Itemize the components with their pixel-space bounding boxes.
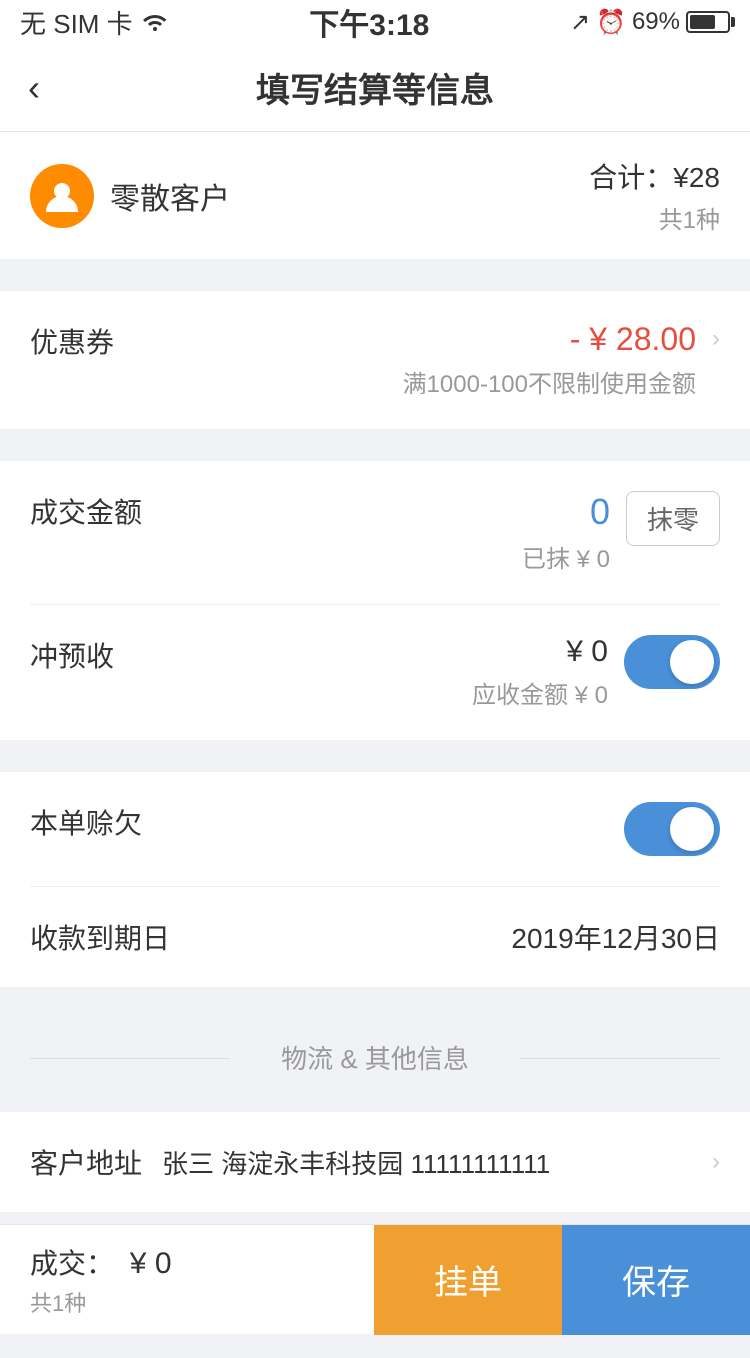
total-count: 共1种: [589, 200, 720, 235]
prepay-row: 冲预收 ¥ 0 应收金额 ¥ 0: [0, 605, 750, 740]
battery-percentage: 69%: [632, 8, 680, 36]
hold-button[interactable]: 挂单: [374, 1225, 562, 1335]
address-section: 客户地址 张三 海淀永丰科技园 11111111111 ›: [0, 1112, 750, 1212]
status-time: 下午3:18: [309, 0, 429, 44]
due-date-label: 收款到期日: [30, 917, 170, 957]
coupon-row[interactable]: 优惠券 - ¥ 28.00 满1000-100不限制使用金额 ›: [0, 291, 750, 429]
customer-row: 零散客户 合计：¥28 共1种: [0, 132, 750, 259]
coupon-right: - ¥ 28.00 满1000-100不限制使用金额 ›: [403, 321, 720, 399]
prepay-toggle[interactable]: [624, 635, 720, 689]
transaction-label: 成交金额: [30, 491, 150, 531]
customer-name: 零散客户: [110, 174, 230, 218]
status-left: 无 SIM 卡: [20, 4, 169, 41]
customer-total: 合计：¥28 共1种: [589, 156, 720, 235]
wifi-icon: [141, 7, 169, 38]
back-button[interactable]: ‹: [28, 67, 40, 109]
transaction-sub: 已抹 ¥ 0: [522, 539, 610, 574]
coupon-value-col: - ¥ 28.00 满1000-100不限制使用金额: [403, 321, 696, 399]
coupon-discount: - ¥ 28.00: [403, 321, 696, 358]
logistics-label: 物流 & 其他信息: [0, 1019, 750, 1096]
alarm-icon: ⏰: [596, 8, 626, 37]
prepay-sub: 应收金额 ¥ 0: [472, 675, 608, 710]
credit-section: 本单赊欠 收款到期日 2019年12月30日: [0, 772, 750, 987]
bottom-deal-label: 成交：: [30, 1248, 114, 1279]
bottom-count: 共1种: [30, 1286, 344, 1318]
sim-status: 无 SIM 卡: [20, 4, 133, 41]
status-bar: 无 SIM 卡 下午3:18 ↗ ⏰ 69%: [0, 0, 750, 44]
address-value: 张三 海淀永丰科技园 11111111111: [162, 1144, 702, 1181]
transaction-amount[interactable]: 0: [522, 491, 610, 533]
bottom-info: 成交： ¥ 0 共1种: [0, 1242, 374, 1318]
transaction-value-col: 0 已抹 ¥ 0: [522, 491, 610, 574]
prepay-right: ¥ 0 应收金额 ¥ 0: [472, 635, 720, 710]
transaction-section: 成交金额 0 已抹 ¥ 0 抹零 冲预收 ¥ 0 应收金额 ¥ 0: [0, 461, 750, 740]
credit-row: 本单赊欠: [0, 772, 750, 886]
due-date-row: 收款到期日 2019年12月30日: [0, 887, 750, 987]
credit-toggle-wrap: [624, 802, 720, 856]
prepay-toggle-knob: [670, 640, 714, 684]
page-title: 填写结算等信息: [256, 63, 494, 112]
save-button[interactable]: 保存: [562, 1225, 750, 1335]
credit-toggle[interactable]: [624, 802, 720, 856]
address-row[interactable]: 客户地址 张三 海淀永丰科技园 11111111111 ›: [0, 1112, 750, 1212]
credit-label: 本单赊欠: [30, 802, 150, 842]
bottom-bar: 成交： ¥ 0 共1种 挂单 保存: [0, 1224, 750, 1334]
nav-bar: ‹ 填写结算等信息: [0, 44, 750, 132]
prepay-toggle-wrap: [624, 635, 720, 689]
status-right: ↗ ⏰ 69%: [570, 8, 730, 37]
coupon-label: 优惠券: [30, 321, 150, 361]
coupon-chevron-icon: ›: [712, 325, 720, 353]
avatar: [30, 164, 94, 228]
customer-section: 零散客户 合计：¥28 共1种: [0, 132, 750, 259]
coupon-section: 优惠券 - ¥ 28.00 满1000-100不限制使用金额 ›: [0, 291, 750, 429]
round-button[interactable]: 抹零: [626, 491, 720, 546]
prepay-value-col: ¥ 0 应收金额 ¥ 0: [472, 635, 608, 710]
address-chevron-icon: ›: [712, 1148, 720, 1176]
address-label: 客户地址: [30, 1142, 142, 1182]
prepay-amount: ¥ 0: [472, 635, 608, 669]
coupon-sub: 满1000-100不限制使用金额: [403, 364, 696, 399]
credit-toggle-knob: [670, 807, 714, 851]
bottom-deal-amount: ¥ 0: [130, 1247, 172, 1280]
battery-icon: [686, 11, 730, 33]
transaction-row: 成交金额 0 已抹 ¥ 0 抹零: [0, 461, 750, 604]
prepay-label: 冲预收: [30, 635, 150, 675]
bottom-deal-row: 成交： ¥ 0: [30, 1242, 344, 1282]
transaction-right: 0 已抹 ¥ 0 抹零: [522, 491, 720, 574]
total-amount: 合计：¥28: [589, 156, 720, 196]
customer-info: 零散客户: [30, 164, 230, 228]
location-icon: ↗: [570, 8, 590, 37]
due-date-value: 2019年12月30日: [511, 917, 720, 957]
